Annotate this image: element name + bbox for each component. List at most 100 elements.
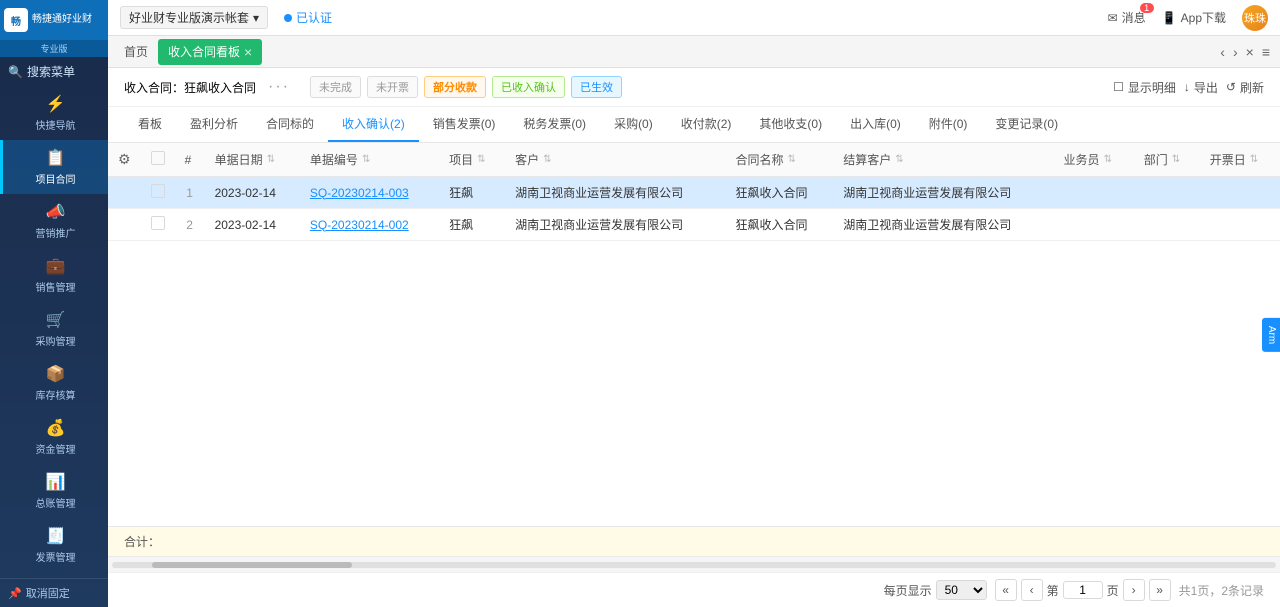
row-settlement-customer: 湖南卫视商业运营发展有限公司 [833,209,1053,241]
status-badge-incomplete[interactable]: 未完成 [310,76,361,98]
horizontal-scrollbar[interactable] [108,556,1280,572]
subnav-item-revenue[interactable]: 收入确认(2) [328,107,419,142]
sidebar-nav: ⚡ 快捷导航 📋 项目合同 📣 营销推广 💼 销售管理 🛒 采购管理 📦 库存核… [0,86,108,578]
cert-dot-icon [284,14,292,22]
search-icon: 🔍 [8,65,23,79]
row-checkbox-input[interactable] [151,216,165,230]
app-download-button[interactable]: 📱 App下载 [1162,9,1226,26]
subnav-item-warehouse[interactable]: 出入库(0) [836,107,915,142]
per-page-selector[interactable]: 每页显示 50 20 100 [884,580,987,600]
export-label: 导出 [1194,79,1218,96]
num-column-header: # [175,143,205,177]
table-row[interactable]: 1 2023-02-14 SQ-20230214-003 狂飙 湖南卫视商业运营… [108,177,1280,209]
company-selector[interactable]: 好业财专业版演示帐套 ▾ [120,6,268,29]
sidebar-item-marketing[interactable]: 📣 营销推广 [0,194,108,248]
row-checkbox-input[interactable] [151,184,165,198]
row-customer: 湖南卫视商业运营发展有限公司 [505,177,725,209]
page-navigation: « ‹ 第 页 › » [995,579,1171,601]
chevron-down-icon: ▾ [253,11,259,25]
sidebar-item-quick-nav[interactable]: ⚡ 快捷导航 [0,86,108,140]
company-name: 好业财专业版演示帐套 [129,9,249,26]
sidebar-item-label: 销售管理 [36,279,76,294]
export-button[interactable]: ↓ 导出 [1184,79,1218,96]
subnav-item-tax-invoice[interactable]: 税务发票(0) [509,107,600,142]
dept-column-header[interactable]: 部门⇅ [1134,143,1200,177]
subnav-item-purchase[interactable]: 采购(0) [600,107,667,142]
data-table: ⚙ # 单据日期⇅ 单据编号⇅ 项目⇅ [108,143,1280,241]
select-all-checkbox[interactable] [151,151,165,165]
settlement-column-header[interactable]: 结算客户⇅ [833,143,1053,177]
project-sort-icon: ⇅ [477,154,485,165]
export-icon: ↓ [1184,80,1190,94]
status-badge-active[interactable]: 已生效 [571,76,622,98]
per-page-select[interactable]: 50 20 100 [936,580,987,600]
customer-sort-icon: ⇅ [543,154,551,165]
sales-column-header[interactable]: 业务员⇅ [1054,143,1134,177]
customer-column-header[interactable]: 客户⇅ [505,143,725,177]
user-avatar[interactable]: 珠珠 [1242,5,1268,31]
status-badge-partial[interactable]: 部分收款 [424,76,486,98]
first-page-button[interactable]: « [995,579,1017,601]
date-header-label: 单据日期 [215,151,263,168]
tab-close-button[interactable]: × [244,45,252,59]
cert-status: 已认证 [284,9,332,26]
prev-page-button[interactable]: ‹ [1021,579,1043,601]
next-page-button[interactable]: › [1123,579,1145,601]
row-checkbox[interactable] [141,177,175,209]
subnav-item-subject[interactable]: 合同标的 [252,107,328,142]
status-badge-confirmed[interactable]: 已收入确认 [492,76,565,98]
scrollbar-thumb[interactable] [152,562,352,568]
contract-board-tab[interactable]: 收入合同看板 × [158,39,262,65]
sidebar-item-invoice[interactable]: 🧾 发票管理 [0,518,108,572]
project-column-header[interactable]: 项目⇅ [439,143,505,177]
message-button[interactable]: ✉ 消息 1 [1108,9,1146,26]
row-number: 1 [175,177,205,209]
row-doc-number[interactable]: SQ-20230214-003 [300,177,439,209]
number-column-header[interactable]: 单据编号⇅ [300,143,439,177]
sales-icon: 💼 [46,256,66,276]
column-settings-button[interactable]: ⚙ [118,151,131,168]
show-detail-checkbox[interactable]: ☐ 显示明细 [1113,79,1176,96]
subnav-item-kanban[interactable]: 看板 [124,107,176,142]
tab-close-all-button[interactable]: × [1244,42,1256,62]
tab-nav: ‹ › × ≡ [1218,42,1272,62]
quick-nav-icon: ⚡ [46,94,66,114]
sidebar-item-purchase[interactable]: 🛒 采购管理 [0,302,108,356]
subnav-item-changes[interactable]: 变更记录(0) [981,107,1072,142]
more-options-button[interactable]: ··· [268,78,290,96]
open-date-column-header[interactable]: 开票日⇅ [1200,143,1280,177]
date-column-header[interactable]: 单据日期⇅ [205,143,300,177]
settings-column-header[interactable]: ⚙ [108,143,141,177]
page-number-input[interactable] [1063,581,1103,599]
tab-prev-button[interactable]: ‹ [1218,42,1227,62]
sidebar-item-sales[interactable]: 💼 销售管理 [0,248,108,302]
contract-name-column-header[interactable]: 合同名称⇅ [725,143,833,177]
sidebar-item-funds[interactable]: 💰 资金管理 [0,410,108,464]
table-row[interactable]: 2 2023-02-14 SQ-20230214-002 狂飙 湖南卫视商业运营… [108,209,1280,241]
refresh-button[interactable]: ↺ 刷新 [1226,79,1264,96]
contract-name: 狂飙收入合同 [184,81,256,95]
status-badge-uninvoiced[interactable]: 未开票 [367,76,418,98]
sidebar-item-general-ledger[interactable]: 📊 总账管理 [0,464,108,518]
arm-float-button[interactable]: Arm [1262,317,1280,351]
contract-header: 收入合同：狂飙收入合同 ··· 未完成 未开票 部分收款 已收入确认 已生效 ☐… [108,68,1280,107]
subnav-item-other[interactable]: 其他收支(0) [745,107,836,142]
sidebar-footer-pin[interactable]: 📌 取消固定 [0,578,108,607]
topbar-right: ✉ 消息 1 📱 App下载 珠珠 [1108,5,1268,31]
subnav-item-profit[interactable]: 盈利分析 [176,107,252,142]
home-tab[interactable]: 首页 [116,43,156,60]
sidebar-item-project-contract[interactable]: 📋 项目合同 [0,140,108,194]
last-page-button[interactable]: » [1149,579,1171,601]
subnav-item-payment[interactable]: 收付款(2) [667,107,746,142]
row-project: 狂飙 [439,177,505,209]
tab-menu-button[interactable]: ≡ [1260,42,1272,62]
tab-next-button[interactable]: › [1231,42,1240,62]
subnav-item-sales-invoice[interactable]: 销售发票(0) [419,107,510,142]
row-doc-number[interactable]: SQ-20230214-002 [300,209,439,241]
row-checkbox[interactable] [141,209,175,241]
checkbox-column-header[interactable] [141,143,175,177]
sidebar-item-inventory[interactable]: 📦 库存核算 [0,356,108,410]
subnav-item-attachments[interactable]: 附件(0) [915,107,982,142]
sidebar-search[interactable]: 🔍 搜索菜单 [0,57,108,86]
content-area: 收入合同：狂飙收入合同 ··· 未完成 未开票 部分收款 已收入确认 已生效 ☐… [108,68,1280,607]
